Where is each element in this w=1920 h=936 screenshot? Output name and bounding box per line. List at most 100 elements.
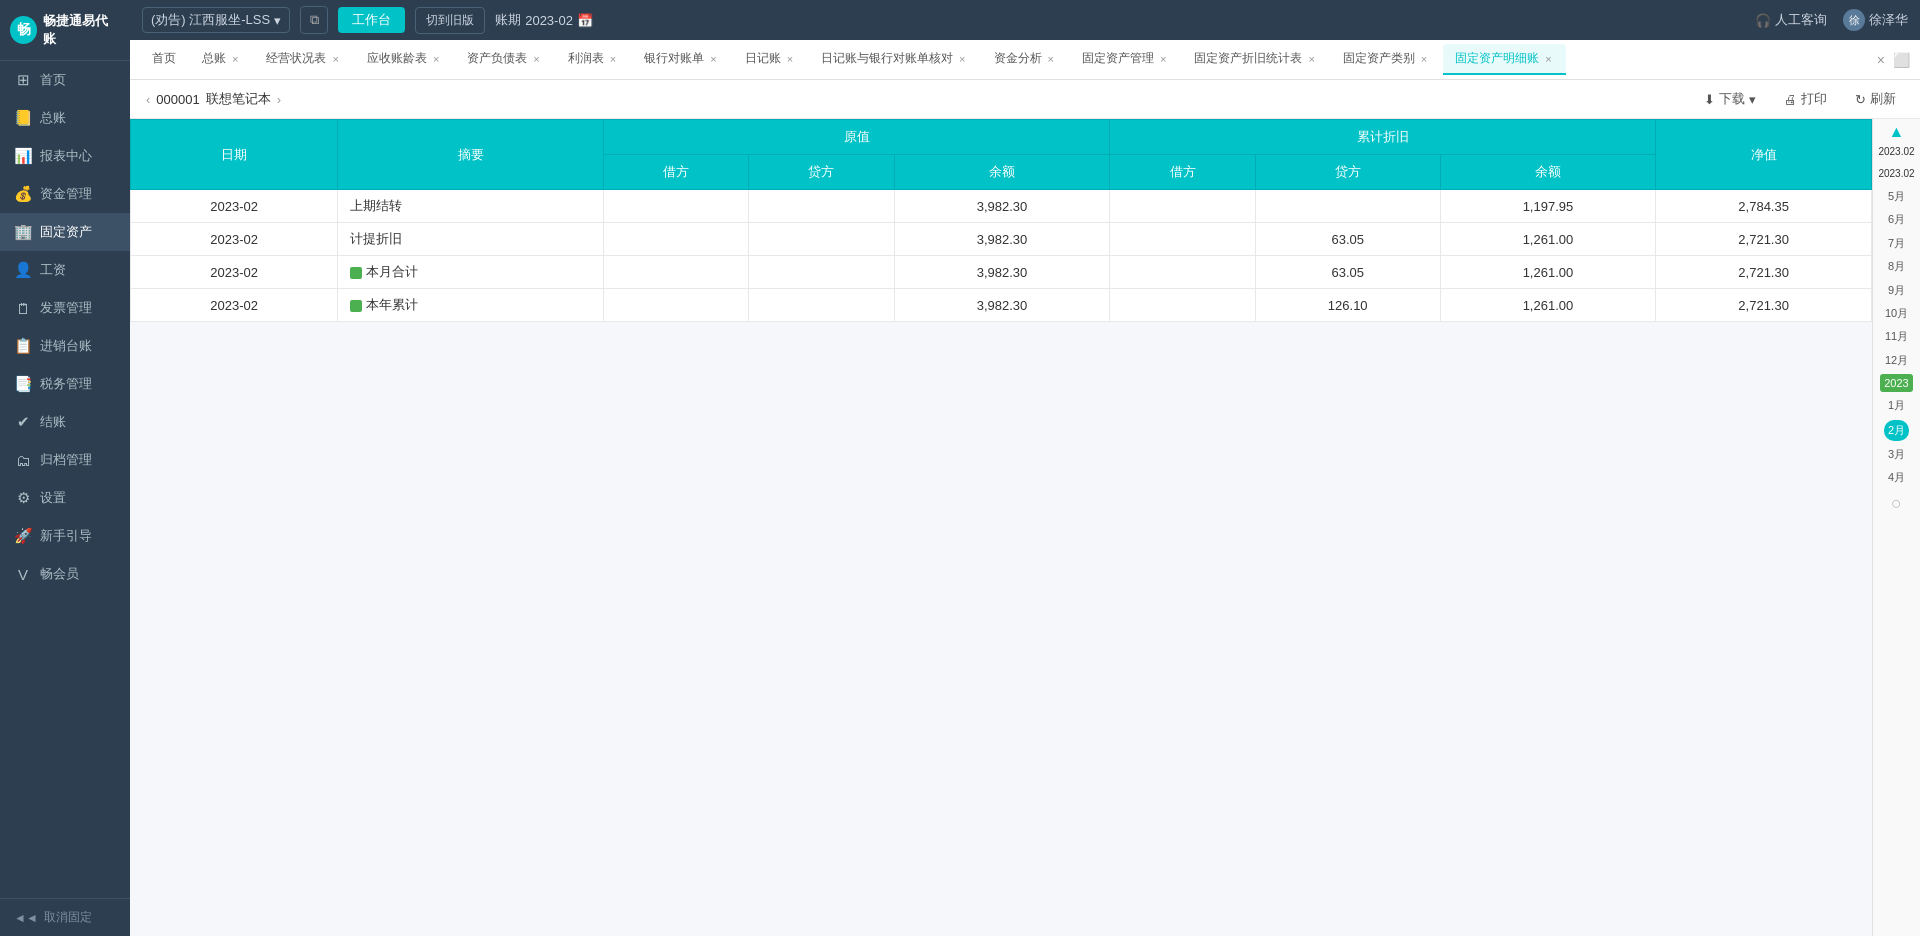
panel-month-7[interactable]: 7月 — [1873, 232, 1920, 255]
cell-summary: 计提折旧 — [338, 223, 603, 256]
col-sub-accum-credit: 贷方 — [1255, 155, 1440, 190]
panel-month-9[interactable]: 9月 — [1873, 279, 1920, 302]
breadcrumb: ‹ 000001 联想笔记本 › — [146, 90, 281, 108]
tab-fixed-depreciation[interactable]: 固定资产折旧统计表 × — [1182, 44, 1328, 75]
tab-label-bank: 银行对账单 — [644, 50, 704, 67]
panel-month-4[interactable]: 4月 — [1873, 466, 1920, 489]
sales-icon: 📋 — [14, 337, 32, 355]
sidebar-label-guide: 新手引导 — [40, 527, 92, 545]
tab-fixed-category[interactable]: 固定资产类别 × — [1331, 44, 1441, 75]
tab-close-ledger[interactable]: × — [230, 53, 240, 65]
tab-profit[interactable]: 利润表 × — [556, 44, 630, 75]
table-row: 2023-02 本年累计 3,982.30 126.10 1,261.00 2,… — [131, 289, 1872, 322]
tab-close-business[interactable]: × — [330, 53, 340, 65]
panel-month-6[interactable]: 6月 — [1873, 208, 1920, 231]
sidebar-label-member: 畅会员 — [40, 565, 79, 583]
main-content: (劝告) 江西服坐-LSS ▾ ⧉ 工作台 切到旧版 账期 2023-02 📅 … — [130, 0, 1920, 936]
panel-month-8[interactable]: 8月 — [1873, 255, 1920, 278]
archive-icon: 🗂 — [14, 452, 32, 469]
nav-next-button[interactable]: › — [277, 92, 281, 107]
panel-month-5[interactable]: 5月 — [1873, 185, 1920, 208]
sidebar-item-invoices[interactable]: 🗒 发票管理 — [0, 289, 130, 327]
sidebar-item-fixed-assets[interactable]: 🏢 固定资产 — [0, 213, 130, 251]
col-sub-accum-balance: 余额 — [1440, 155, 1656, 190]
breadcrumb-code: 000001 — [156, 92, 199, 107]
sidebar-unpin-button[interactable]: ◄◄ 取消固定 — [0, 898, 130, 936]
tab-close-receivable[interactable]: × — [431, 53, 441, 65]
sidebar-item-payroll[interactable]: 👤 工资 — [0, 251, 130, 289]
maximize-window-button[interactable]: ⬜ — [1893, 52, 1910, 68]
sidebar-item-funds[interactable]: 💰 资金管理 — [0, 175, 130, 213]
refresh-button[interactable]: ↻ 刷新 — [1847, 86, 1904, 112]
panel-year-2023[interactable]: 2023 — [1880, 374, 1912, 392]
cell-orig-debit — [603, 289, 748, 322]
panel-month-1[interactable]: 1月 — [1873, 394, 1920, 417]
sidebar-item-sales[interactable]: 📋 进销台账 — [0, 327, 130, 365]
tab-close-profit[interactable]: × — [608, 53, 618, 65]
panel-up-arrow[interactable]: ▲ — [1889, 123, 1905, 141]
tab-close-balance[interactable]: × — [531, 53, 541, 65]
tab-funds-analysis[interactable]: 资金分析 × — [982, 44, 1068, 75]
sidebar-item-tax[interactable]: 📑 税务管理 — [0, 365, 130, 403]
customer-service-button[interactable]: 🎧 人工客询 — [1755, 11, 1827, 29]
print-button[interactable]: 🖨 打印 — [1776, 86, 1835, 112]
tab-close-journal[interactable]: × — [785, 53, 795, 65]
sidebar-item-guide[interactable]: 🚀 新手引导 — [0, 517, 130, 555]
tab-bank[interactable]: 银行对账单 × — [632, 44, 730, 75]
calendar-icon[interactable]: 📅 — [577, 13, 593, 28]
tab-label-journal: 日记账 — [745, 50, 781, 67]
download-button[interactable]: ⬇ 下载 ▾ — [1696, 86, 1764, 112]
window-controls: × ⬜ — [1877, 52, 1910, 68]
tab-close-journal-bank[interactable]: × — [957, 53, 967, 65]
panel-period-1[interactable]: 2023.02 — [1873, 141, 1920, 163]
cell-accum-balance: 1,197.95 — [1440, 190, 1656, 223]
nav-prev-button[interactable]: ‹ — [146, 92, 150, 107]
sidebar-item-reports[interactable]: 📊 报表中心 — [0, 137, 130, 175]
tab-label-business: 经营状况表 — [266, 50, 326, 67]
tab-close-funds-analysis[interactable]: × — [1046, 53, 1056, 65]
panel-down-circle[interactable]: ○ — [1891, 493, 1902, 514]
sidebar-item-archive[interactable]: 🗂 归档管理 — [0, 441, 130, 479]
sidebar-item-ledger[interactable]: 📒 总账 — [0, 99, 130, 137]
workbench-button[interactable]: 工作台 — [338, 7, 405, 33]
panel-month-10[interactable]: 10月 — [1873, 302, 1920, 325]
panel-month-11[interactable]: 11月 — [1873, 325, 1920, 348]
company-selector[interactable]: (劝告) 江西服坐-LSS ▾ — [142, 7, 290, 33]
sidebar-item-settle[interactable]: ✔ 结账 — [0, 403, 130, 441]
tab-close-fixed-category[interactable]: × — [1419, 53, 1429, 65]
tab-close-bank[interactable]: × — [708, 53, 718, 65]
panel-month-12[interactable]: 12月 — [1873, 349, 1920, 372]
tab-fixed-detail[interactable]: 固定资产明细账 × — [1443, 44, 1565, 75]
switch-version-button[interactable]: 切到旧版 — [415, 7, 485, 34]
sidebar-item-home[interactable]: ⊞ 首页 — [0, 61, 130, 99]
download-chevron-icon: ▾ — [1749, 92, 1756, 107]
tab-close-fixed-depreciation[interactable]: × — [1306, 53, 1316, 65]
guide-icon: 🚀 — [14, 527, 32, 545]
tab-close-fixed-mgmt[interactable]: × — [1158, 53, 1168, 65]
tab-journal-bank[interactable]: 日记账与银行对账单核对 × — [809, 44, 979, 75]
download-icon: ⬇ — [1704, 92, 1715, 107]
tab-balance[interactable]: 资产负债表 × — [455, 44, 553, 75]
cell-accum-credit — [1255, 190, 1440, 223]
tab-label-fixed-detail: 固定资产明细账 — [1455, 50, 1539, 67]
close-window-button[interactable]: × — [1877, 52, 1885, 68]
tab-fixed-mgmt[interactable]: 固定资产管理 × — [1070, 44, 1180, 75]
tab-close-fixed-detail[interactable]: × — [1543, 53, 1553, 65]
tab-ledger[interactable]: 总账 × — [190, 44, 252, 75]
sidebar-label-invoices: 发票管理 — [40, 299, 92, 317]
panel-month-2-active[interactable]: 2月 — [1884, 420, 1909, 441]
tab-business[interactable]: 经营状况表 × — [254, 44, 352, 75]
sidebar-item-settings[interactable]: ⚙ 设置 — [0, 479, 130, 517]
sidebar-item-member[interactable]: V 畅会员 — [0, 555, 130, 593]
service-icon: 🎧 — [1755, 13, 1771, 28]
tab-home[interactable]: 首页 — [140, 44, 188, 75]
panel-month-3[interactable]: 3月 — [1873, 443, 1920, 466]
tab-receivable[interactable]: 应收账龄表 × — [355, 44, 453, 75]
user-menu[interactable]: 徐 徐泽华 — [1843, 9, 1908, 31]
copy-button[interactable]: ⧉ — [300, 6, 328, 34]
panel-period-2[interactable]: 2023.02 — [1873, 163, 1920, 185]
cell-date: 2023-02 — [131, 256, 338, 289]
tab-journal[interactable]: 日记账 × — [733, 44, 807, 75]
refresh-label: 刷新 — [1870, 90, 1896, 108]
cell-accum-credit: 63.05 — [1255, 223, 1440, 256]
